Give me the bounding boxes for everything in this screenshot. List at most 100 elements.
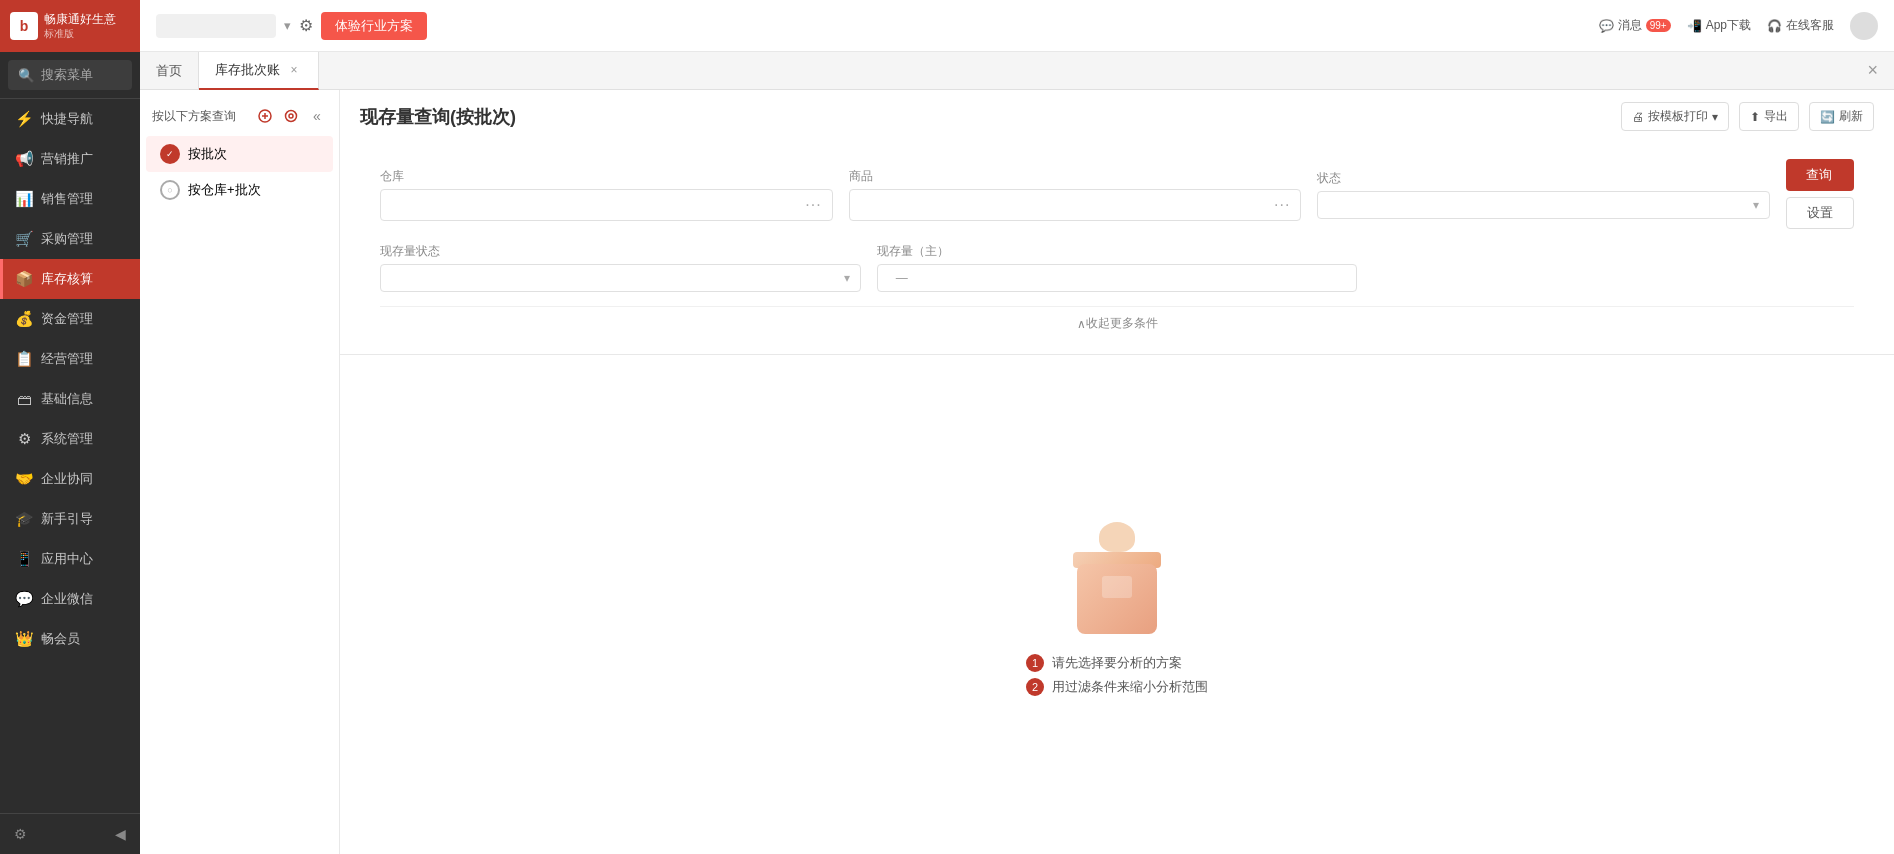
sidebar-item-vip[interactable]: 👑 畅会员 bbox=[0, 619, 140, 659]
sidebar-item-basics[interactable]: 🗃 基础信息 bbox=[0, 379, 140, 419]
collapse-filters-button[interactable]: ∧ 收起更多条件 bbox=[380, 306, 1854, 340]
warehouse-dots-icon: ··· bbox=[805, 196, 821, 214]
sidebar-item-finance[interactable]: 💰 资金管理 bbox=[0, 299, 140, 339]
tab-close-icon[interactable]: × bbox=[286, 62, 302, 78]
left-panel-actions: « bbox=[255, 106, 327, 126]
sidebar-item-operations[interactable]: 📋 经营管理 bbox=[0, 339, 140, 379]
refresh-button[interactable]: 🔄 刷新 bbox=[1809, 102, 1874, 131]
app-center-icon: 📱 bbox=[15, 550, 33, 568]
sidebar-collapse-button[interactable]: ◀ bbox=[110, 824, 130, 844]
quick-nav-icon: ⚡ bbox=[15, 110, 33, 128]
sidebar-bottom: ⚙ ◀ bbox=[0, 813, 140, 854]
user-avatar-button[interactable] bbox=[1850, 12, 1878, 40]
sidebar-item-label: 基础信息 bbox=[41, 390, 93, 408]
left-panel-title: 按以下方案查询 bbox=[152, 108, 236, 125]
avatar bbox=[1850, 12, 1878, 40]
filter-row-2: 现存量状态 ▾ 现存量（主） — bbox=[380, 243, 1854, 292]
sidebar-item-marketing[interactable]: 📢 营销推广 bbox=[0, 139, 140, 179]
range-separator: — bbox=[896, 271, 908, 285]
empty-step-2: 2 用过滤条件来缩小分析范围 bbox=[1026, 678, 1208, 696]
search-menu-label: 搜索菜单 bbox=[41, 66, 93, 84]
topbar: ▾ ⚙ 体验行业方案 💬 消息 99+ 📲 App下载 🎧 在线客服 bbox=[140, 0, 1894, 52]
empty-step-1: 1 请先选择要分析的方案 bbox=[1026, 654, 1208, 672]
sidebar-item-sales[interactable]: 📊 销售管理 bbox=[0, 179, 140, 219]
scheme-batch-label: 按批次 bbox=[188, 145, 227, 163]
query-button[interactable]: 查询 bbox=[1786, 159, 1854, 191]
step-1-num: 1 bbox=[1026, 654, 1044, 672]
sidebar-item-inventory[interactable]: 📦 库存核算 bbox=[0, 259, 140, 299]
scheme-item-warehouse-batch[interactable]: ○ 按仓库+批次 bbox=[146, 172, 333, 208]
stock-status-chevron-icon: ▾ bbox=[844, 271, 850, 285]
sidebar-settings-button[interactable]: ⚙ bbox=[10, 824, 30, 844]
page-actions: 🖨 按模板打印 ▾ ⬆ 导出 🔄 刷新 bbox=[1621, 102, 1874, 131]
tab-home[interactable]: 首页 bbox=[140, 52, 199, 90]
message-icon: 💬 bbox=[1599, 19, 1614, 33]
message-label: 消息 bbox=[1618, 17, 1642, 34]
export-label: 导出 bbox=[1764, 108, 1788, 125]
step-1-text: 请先选择要分析的方案 bbox=[1052, 654, 1182, 672]
sidebar-item-enterprise-wechat[interactable]: 💬 企业微信 bbox=[0, 579, 140, 619]
tabbar: 首页 库存批次账 × × bbox=[140, 52, 1894, 90]
filter-warehouse: 仓库 ··· bbox=[380, 168, 833, 221]
goods-input[interactable]: ··· bbox=[849, 189, 1302, 221]
sidebar-item-label: 快捷导航 bbox=[41, 110, 93, 128]
sidebar-item-label: 新手引导 bbox=[41, 510, 93, 528]
sidebar-header: b 畅康通好生意 标准版 bbox=[0, 0, 140, 52]
collapse-label: 收起更多条件 bbox=[1086, 315, 1158, 332]
left-panel-header: 按以下方案查询 « bbox=[140, 100, 339, 136]
trial-button[interactable]: 体验行业方案 bbox=[321, 12, 427, 40]
operations-icon: 📋 bbox=[15, 350, 33, 368]
print-button[interactable]: 🖨 按模板打印 ▾ bbox=[1621, 102, 1729, 131]
sidebar-item-label: 畅会员 bbox=[41, 630, 80, 648]
filter-stock-status: 现存量状态 ▾ bbox=[380, 243, 861, 292]
sidebar-item-label: 企业协同 bbox=[41, 470, 93, 488]
warehouse-input[interactable]: ··· bbox=[380, 189, 833, 221]
status-label: 状态 bbox=[1317, 170, 1770, 187]
app-logo: b bbox=[10, 12, 38, 40]
warehouse-label: 仓库 bbox=[380, 168, 833, 185]
sidebar-item-label: 企业微信 bbox=[41, 590, 93, 608]
sidebar-item-app-center[interactable]: 📱 应用中心 bbox=[0, 539, 140, 579]
stock-qty-range[interactable]: — bbox=[877, 264, 1358, 292]
sidebar-item-quick-nav[interactable]: ⚡ 快捷导航 bbox=[0, 99, 140, 139]
goods-dots-icon: ··· bbox=[1274, 196, 1290, 214]
online-service-button[interactable]: 🎧 在线客服 bbox=[1767, 17, 1834, 34]
filter-buttons: 查询 设置 bbox=[1786, 159, 1854, 229]
message-button[interactable]: 💬 消息 99+ bbox=[1599, 17, 1671, 34]
search-menu-button[interactable]: 🔍 搜索菜单 bbox=[8, 60, 132, 90]
app-download-label: App下载 bbox=[1706, 17, 1751, 34]
topbar-search-input[interactable] bbox=[156, 14, 276, 38]
stock-status-select[interactable]: ▾ bbox=[380, 264, 861, 292]
wechat-icon: 💬 bbox=[15, 590, 33, 608]
empty-steps: 1 请先选择要分析的方案 2 用过滤条件来缩小分析范围 bbox=[1026, 654, 1208, 696]
sidebar-item-enterprise-collab[interactable]: 🤝 企业协同 bbox=[0, 459, 140, 499]
export-button[interactable]: ⬆ 导出 bbox=[1739, 102, 1799, 131]
scheme-settings-icon[interactable] bbox=[281, 106, 301, 126]
chevron-down-icon[interactable]: ▾ bbox=[284, 18, 291, 33]
app-download-button[interactable]: 📲 App下载 bbox=[1687, 17, 1751, 34]
refresh-label: 刷新 bbox=[1839, 108, 1863, 125]
service-icon: 🎧 bbox=[1767, 19, 1782, 33]
print-chevron-icon: ▾ bbox=[1712, 110, 1718, 124]
topbar-gear-icon[interactable]: ⚙ bbox=[299, 16, 313, 35]
sidebar-item-new-user-guide[interactable]: 🎓 新手引导 bbox=[0, 499, 140, 539]
sidebar-item-system[interactable]: ⚙ 系统管理 bbox=[0, 419, 140, 459]
add-scheme-button[interactable] bbox=[255, 106, 275, 126]
illustration-face bbox=[1099, 522, 1135, 552]
sidebar-search-area: 🔍 搜索菜单 bbox=[0, 52, 140, 99]
collapse-chevron-icon: ∧ bbox=[1077, 317, 1086, 331]
tab-panel-close-button[interactable]: × bbox=[1851, 60, 1894, 81]
page-title-row: 现存量查询(按批次) 🖨 按模板打印 ▾ ⬆ 导出 🔄 bbox=[360, 102, 1874, 131]
marketing-icon: 📢 bbox=[15, 150, 33, 168]
status-select[interactable]: ▾ bbox=[1317, 191, 1770, 219]
stock-qty-label: 现存量（主） bbox=[877, 243, 1358, 260]
sidebar-nav: ⚡ 快捷导航 📢 营销推广 📊 销售管理 🛒 采购管理 📦 库存核算 💰 资金管… bbox=[0, 99, 140, 813]
tab-batch-ledger[interactable]: 库存批次账 × bbox=[199, 52, 319, 90]
inventory-icon: 📦 bbox=[15, 270, 33, 288]
collapse-left-panel-icon[interactable]: « bbox=[307, 106, 327, 126]
goods-label: 商品 bbox=[849, 168, 1302, 185]
filter-settings-button[interactable]: 设置 bbox=[1786, 197, 1854, 229]
scheme-item-batch[interactable]: ✓ 按批次 bbox=[146, 136, 333, 172]
sidebar-item-purchase[interactable]: 🛒 采购管理 bbox=[0, 219, 140, 259]
guide-icon: 🎓 bbox=[15, 510, 33, 528]
